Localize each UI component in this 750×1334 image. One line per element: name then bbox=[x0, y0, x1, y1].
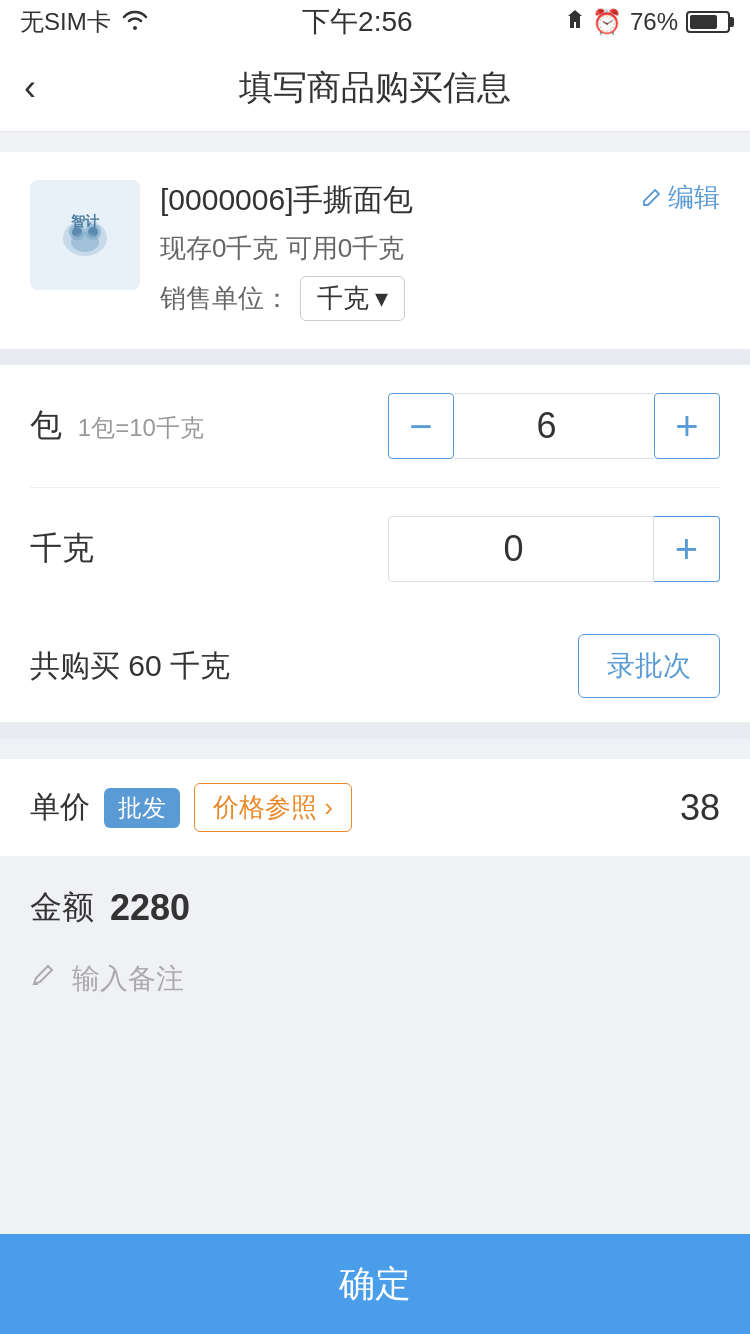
nav-bar: ‹ 填写商品购买信息 bbox=[0, 44, 750, 132]
product-card: 智计 [0000006]手撕面包 现存0千克 可用0千克 销售单位： 千克 ▾ … bbox=[0, 152, 750, 349]
bao-plus-button[interactable]: + bbox=[654, 393, 720, 459]
page-title: 填写商品购买信息 bbox=[239, 65, 511, 111]
product-name: [0000006]手撕面包 bbox=[160, 180, 720, 221]
bao-row: 包 1包=10千克 − + bbox=[30, 365, 720, 488]
confirm-button[interactable]: 确定 bbox=[339, 1260, 411, 1309]
unit-select[interactable]: 千克 ▾ bbox=[300, 276, 405, 321]
price-section: 单价 批发 价格参照 › 38 bbox=[0, 759, 750, 856]
total-section: 共购买 60 千克 录批次 bbox=[0, 610, 750, 723]
price-ref-label: 价格参照 › bbox=[213, 790, 333, 825]
kg-row: 千克 + bbox=[30, 488, 720, 610]
kg-label-main: 千克 bbox=[30, 530, 94, 566]
amount-row: 金额 2280 bbox=[30, 886, 720, 930]
amount-value: 2280 bbox=[110, 887, 190, 929]
batch-button[interactable]: 录批次 bbox=[578, 634, 720, 698]
amount-section: 金额 2280 输入备注 bbox=[0, 856, 750, 1018]
bao-label-main: 包 bbox=[30, 407, 62, 443]
product-unit-row: 销售单位： 千克 ▾ bbox=[160, 276, 720, 321]
bao-input[interactable] bbox=[454, 393, 654, 459]
product-info: [0000006]手撕面包 现存0千克 可用0千克 销售单位： 千克 ▾ bbox=[160, 180, 720, 321]
edit-remark-icon bbox=[30, 962, 58, 997]
dropdown-arrow: ▾ bbox=[375, 283, 388, 314]
remark-row[interactable]: 输入备注 bbox=[30, 950, 720, 1008]
location-icon bbox=[566, 8, 584, 36]
confirm-bar[interactable]: 确定 bbox=[0, 1234, 750, 1334]
unit-value: 千克 bbox=[317, 281, 369, 316]
bao-label-sub: 1包=10千克 bbox=[78, 414, 204, 441]
edit-label: 编辑 bbox=[668, 180, 720, 215]
bao-controls: − + bbox=[388, 393, 720, 459]
carrier-label: 无SIM卡 bbox=[20, 6, 111, 38]
section-divider-2 bbox=[0, 723, 750, 739]
edit-button[interactable]: 编辑 bbox=[640, 180, 720, 215]
product-stock: 现存0千克 可用0千克 bbox=[160, 231, 720, 266]
price-label: 单价 bbox=[30, 787, 90, 828]
status-bar: 无SIM卡 下午2:56 ⏰ 76% bbox=[0, 0, 750, 44]
kg-label: 千克 bbox=[30, 527, 388, 571]
svg-text:智计: 智计 bbox=[70, 213, 100, 229]
remark-placeholder: 输入备注 bbox=[72, 960, 184, 998]
amount-label: 金额 bbox=[30, 886, 94, 930]
wifi-icon bbox=[121, 8, 149, 36]
price-value: 38 bbox=[680, 787, 720, 829]
unit-label: 销售单位： bbox=[160, 281, 290, 316]
back-button[interactable]: ‹ bbox=[24, 67, 36, 109]
kg-input[interactable] bbox=[388, 516, 654, 582]
battery-pct: 76% bbox=[630, 8, 678, 36]
price-ref-button[interactable]: 价格参照 › bbox=[194, 783, 352, 832]
product-image: 智计 bbox=[30, 180, 140, 290]
status-time: 下午2:56 bbox=[302, 3, 413, 41]
bao-minus-button[interactable]: − bbox=[388, 393, 454, 459]
alarm-icon: ⏰ bbox=[592, 8, 622, 36]
total-text: 共购买 60 千克 bbox=[30, 646, 230, 687]
battery-icon bbox=[686, 11, 730, 33]
status-right: ⏰ 76% bbox=[566, 8, 730, 36]
price-tag-batch: 批发 bbox=[104, 788, 180, 828]
kg-plus-button[interactable]: + bbox=[654, 516, 720, 582]
svg-point-5 bbox=[71, 232, 99, 252]
bao-label: 包 1包=10千克 bbox=[30, 404, 388, 448]
status-left: 无SIM卡 bbox=[20, 6, 149, 38]
section-divider-1 bbox=[0, 349, 750, 365]
quantity-section: 包 1包=10千克 − + 千克 + bbox=[0, 365, 750, 610]
kg-controls: + bbox=[388, 516, 720, 582]
